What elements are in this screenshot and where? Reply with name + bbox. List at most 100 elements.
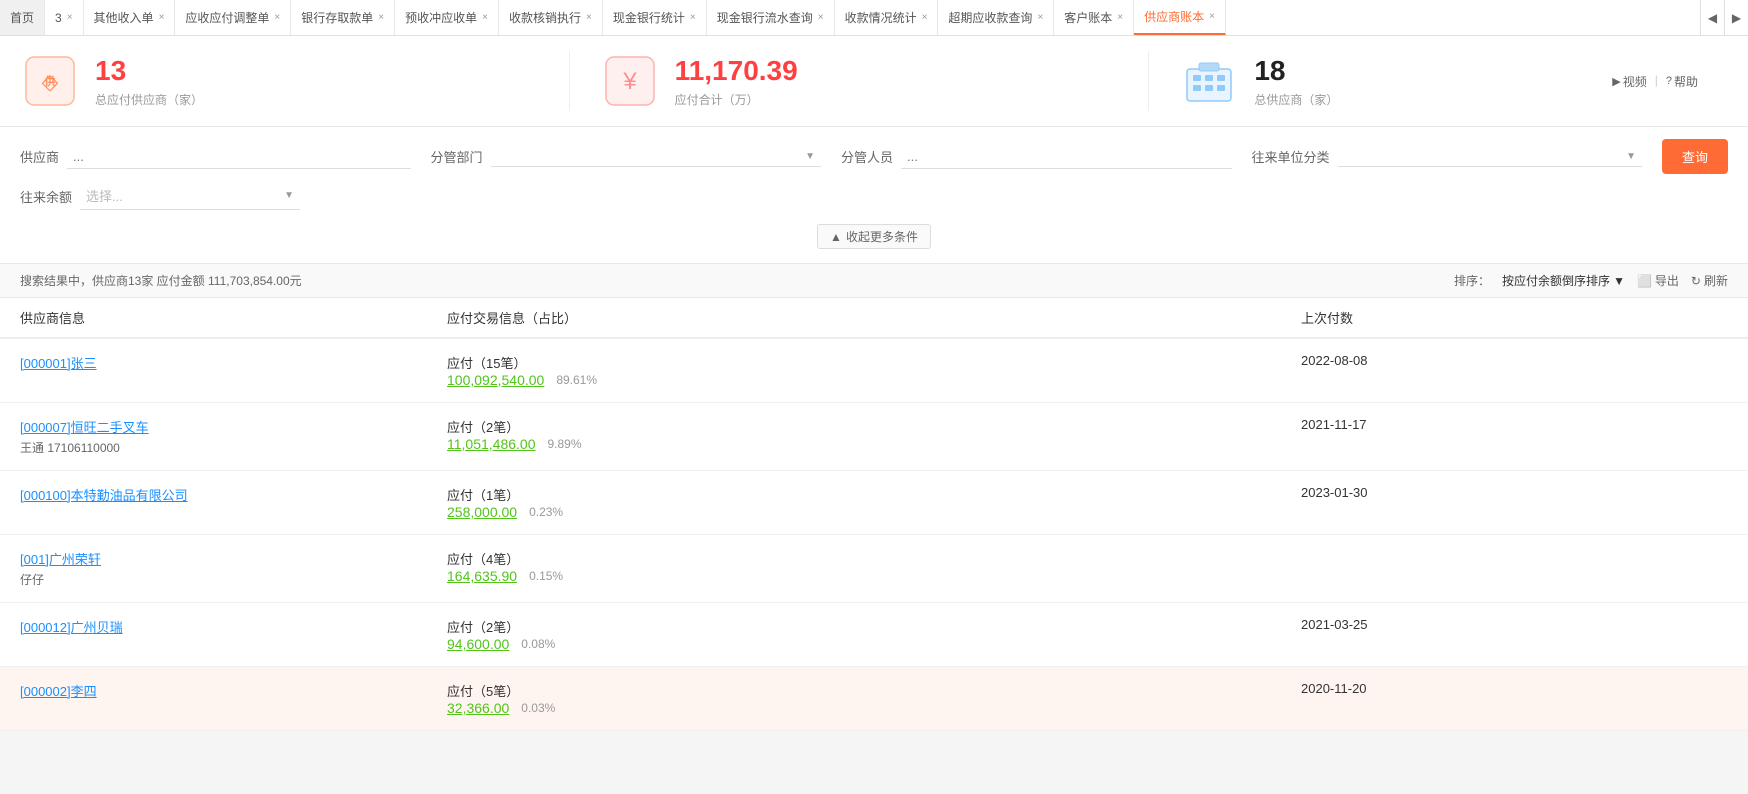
balance-select[interactable]: 选择... ▼ [80,182,300,210]
last-pay-date: 2021-11-17 [1301,417,1367,432]
stat3-number: 18 [1254,54,1592,88]
filter-balance: 往来余额 选择... ▼ [20,182,300,210]
category-select[interactable]: ▼ [1338,147,1642,167]
query-button[interactable]: 查询 [1662,139,1728,174]
filter-dept: 分管部门 ▼ [431,147,822,167]
export-label: 导出 [1655,272,1679,289]
payable-cell: 应付（1笔） 258,000.00 0.23% [447,485,1301,520]
nav-cash-stat-close[interactable]: × [690,12,696,23]
help-link[interactable]: 帮助 [1674,73,1698,90]
nav-cash-bank-stat[interactable]: 现金银行统计 × [603,0,707,35]
filter-supplier: 供应商 [20,145,411,169]
nav-coll-stat-label: 收款情况统计 [845,9,917,26]
stat-total-suppliers: 18 总供应商（家） ▶ 视频 | ? 帮助 [1149,51,1728,111]
nav-bank-deposit[interactable]: 银行存取款单 × [291,0,395,35]
nav-cash-flow-close[interactable]: × [818,12,824,23]
supplier-input[interactable] [67,145,410,169]
nav-ar-ap-label: 应收应付调整单 [185,9,269,26]
nav-arrow-right[interactable]: ▶ [1724,0,1748,36]
nav-tab3-close[interactable]: × [67,12,73,23]
collapse-button[interactable]: ▲ 收起更多条件 [817,224,931,249]
nav-collection-close[interactable]: × [586,12,592,23]
supplier-link[interactable]: [001]广州荣轩 [20,549,447,568]
supplier-cell: [000100]本特勤油品有限公司 [20,485,447,504]
payable-amount[interactable]: 258,000.00 [447,504,517,520]
last-pay-date: 2023-01-30 [1301,485,1368,500]
dept-select[interactable]: ▼ [491,147,821,167]
nav-tab3-label: 3 [55,11,62,25]
nav-ar-ap-close[interactable]: × [274,12,280,23]
stat1-icon: ◇ 供 [20,51,80,111]
nav-ar-ap-adjust[interactable]: 应收应付调整单 × [175,0,291,35]
filter-row-2: 往来余额 选择... ▼ [20,182,1728,210]
table-row: [000002]李四 应付（5笔） 32,366.00 0.03% 2020-1… [0,667,1748,731]
nav-coll-stat-close[interactable]: × [922,12,928,23]
payable-amount[interactable]: 94,600.00 [447,636,509,652]
nav-supplier-ledger[interactable]: 供应商账本 × [1134,0,1226,35]
nav-cash-stat-label: 现金银行统计 [613,9,685,26]
export-button[interactable]: ⬜ 导出 [1637,272,1679,289]
lastpay-cell: 2023-01-30 [1301,485,1728,500]
nav-advance-ar[interactable]: 预收冲应收单 × [395,0,499,35]
nav-advance-close[interactable]: × [482,12,488,23]
stat-total-payable-amount: ¥ 11,170.39 应付合计（万） [570,51,1150,111]
last-pay-date: 2020-11-20 [1301,681,1367,696]
nav-overdue-label: 超期应收款查询 [948,9,1032,26]
payable-cell: 应付（5笔） 32,366.00 0.03% [447,681,1301,716]
payable-amount[interactable]: 32,366.00 [447,700,509,716]
payable-count: 应付（5笔） [447,681,1301,700]
nav-overdue-close[interactable]: × [1037,12,1043,23]
payable-pct: 89.61% [556,373,597,387]
nav-other-income[interactable]: 其他收入单 × [84,0,176,35]
table-row: [000100]本特勤油品有限公司 应付（1笔） 258,000.00 0.23… [0,471,1748,535]
supplier-cell: [000002]李四 [20,681,447,700]
payable-cell: 应付（4笔） 164,635.90 0.15% [447,549,1301,584]
nav-arrow-left[interactable]: ◀ [1700,0,1724,36]
person-input[interactable] [901,145,1231,169]
payable-amount[interactable]: 164,635.90 [447,568,517,584]
lastpay-cell: 2022-08-08 [1301,353,1728,368]
nav-cash-flow-label: 现金银行流水查询 [717,9,813,26]
stat3-icon [1179,51,1239,111]
nav-customer-ledger[interactable]: 客户账本 × [1054,0,1134,35]
results-text: 搜索结果中，供应商13家 应付金额 111,703,854.00元 [20,274,302,288]
video-link[interactable]: 视频 [1623,73,1647,90]
nav-bank-close[interactable]: × [378,12,384,23]
payable-cell: 应付（2笔） 11,051,486.00 9.89% [447,417,1301,452]
collapse-row: ▲ 收起更多条件 [20,218,1728,251]
nav-cash-bank-flow[interactable]: 现金银行流水查询 × [707,0,835,35]
nav-arrows: ◀ ▶ [1700,0,1748,36]
nav-supplier-close[interactable]: × [1209,11,1215,22]
payable-pct: 9.89% [548,437,582,451]
nav-collection-stat[interactable]: 收款情况统计 × [835,0,939,35]
export-icon: ⬜ [1637,274,1652,288]
last-pay-date: 2021-03-25 [1301,617,1368,632]
payable-cell: 应付（15笔） 100,092,540.00 89.61% [447,353,1301,388]
payable-count: 应付（15笔） [447,353,1301,372]
refresh-icon: ↻ [1691,274,1701,288]
balance-arrow-icon: ▼ [284,190,294,201]
nav-home[interactable]: 首页 [0,0,45,35]
nav-collection-exec[interactable]: 收款核销执行 × [499,0,603,35]
supplier-cell: [000012]广州贝瑞 [20,617,447,636]
sort-arrow-icon: ▼ [1613,274,1625,288]
nav-other-income-label: 其他收入单 [94,9,154,26]
nav-overdue-ar[interactable]: 超期应收款查询 × [938,0,1054,35]
refresh-button[interactable]: ↻ 刷新 [1691,272,1728,289]
supplier-link[interactable]: [000002]李四 [20,681,447,700]
supplier-link[interactable]: [000100]本特勤油品有限公司 [20,485,447,504]
balance-placeholder: 选择... [86,186,123,205]
stat2-number: 11,170.39 [675,54,1119,88]
supplier-link[interactable]: [000001]张三 [20,353,447,372]
nav-other-income-close[interactable]: × [159,12,165,23]
nav-tab3[interactable]: 3 × [45,0,84,35]
supplier-link[interactable]: [000007]恒旺二手叉车 [20,417,447,436]
stat1-content: 13 总应付供应商（家） [95,54,539,109]
nav-customer-close[interactable]: × [1117,12,1123,23]
sort-selector[interactable]: 按应付余额倒序排序 ▼ [1502,272,1625,289]
supplier-link[interactable]: [000012]广州贝瑞 [20,617,447,636]
payable-amount[interactable]: 100,092,540.00 [447,372,544,388]
stat1-label: 总应付供应商（家） [95,91,539,108]
payable-amount[interactable]: 11,051,486.00 [447,436,536,452]
filter-area: 供应商 分管部门 ▼ 分管人员 往来单位分类 ▼ 查询 往来余额 选择 [0,127,1748,264]
